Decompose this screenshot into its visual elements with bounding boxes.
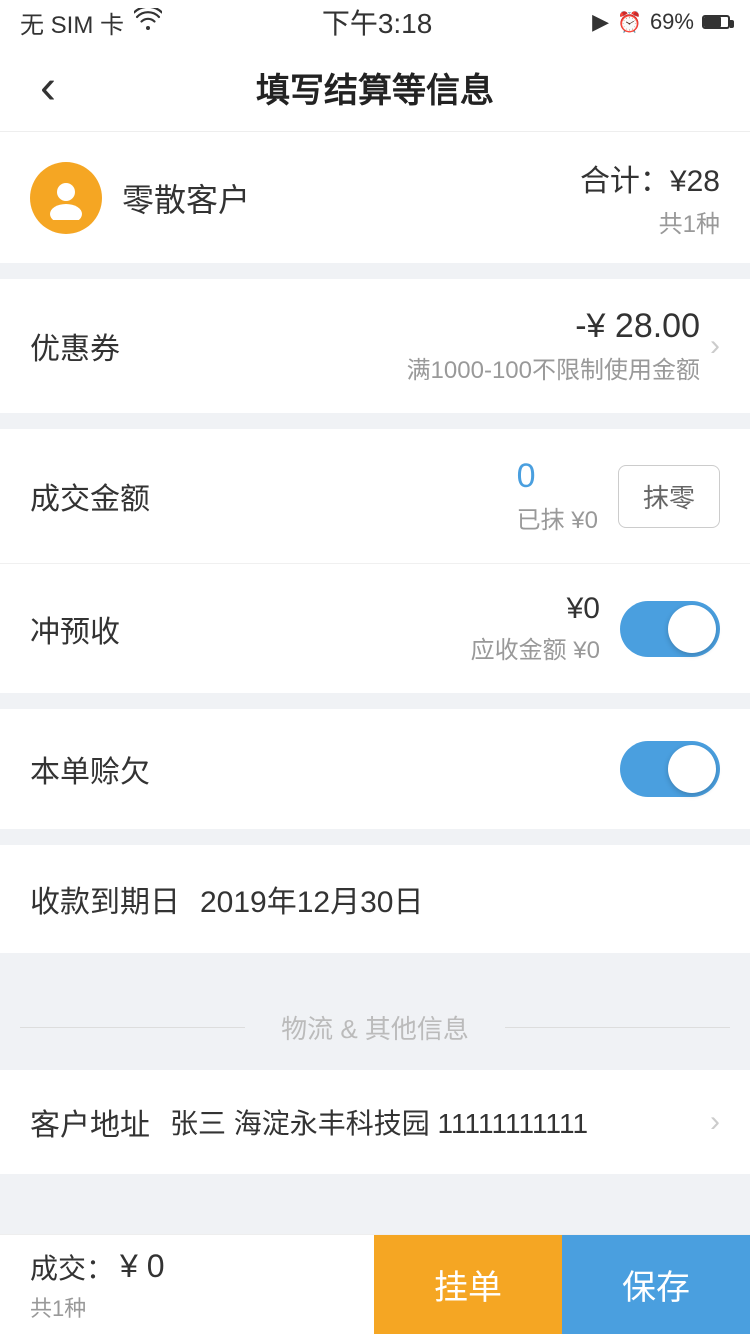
prepay-receivable: 应收金额 ¥0 <box>471 630 600 665</box>
coupon-section[interactable]: 优惠券 -¥ 28.00 满1000-100不限制使用金额 › <box>0 279 750 413</box>
bottom-deal-label: 成交： <box>30 1247 114 1287</box>
bottom-bar: 成交： ¥ 0 共1种 挂单 保存 <box>0 1234 750 1334</box>
wifi-icon <box>134 8 162 36</box>
status-time: 下午3:18 <box>322 2 433 42</box>
coupon-right: -¥ 28.00 满1000-100不限制使用金额 › <box>407 307 720 385</box>
status-left: 无 SIM 卡 <box>20 5 162 40</box>
coupon-chevron-icon: › <box>710 329 720 363</box>
bottom-info: 成交： ¥ 0 共1种 <box>0 1235 374 1334</box>
page-title: 填写结算等信息 <box>256 63 494 112</box>
person-icon <box>44 176 88 220</box>
round-off-button[interactable]: 抹零 <box>618 465 720 528</box>
customer-avatar <box>30 162 102 234</box>
address-label: 客户地址 <box>30 1100 150 1144</box>
debt-section: 本单赊欠 <box>0 709 750 829</box>
debt-label: 本单赊欠 <box>30 747 150 791</box>
logistics-label: 物流 & 其他信息 <box>281 1009 469 1046</box>
prepay-label: 冲预收 <box>30 607 120 651</box>
debt-row: 本单赊欠 <box>0 709 750 829</box>
status-right: ▶ ⏰ 69% <box>592 9 730 35</box>
prepay-amount: ¥0 <box>567 592 600 626</box>
due-date-value: 2019年12月30日 <box>200 877 423 921</box>
logistics-line-left <box>20 1027 245 1028</box>
battery-icon <box>702 15 730 29</box>
customer-name: 零散客户 <box>122 175 250 221</box>
address-section[interactable]: 客户地址 张三 海淀永丰科技园 11111111111 › <box>0 1070 750 1174</box>
deal-right: 0 已抹 ¥0 抹零 <box>517 457 720 535</box>
customer-right: 合计：¥28 共1种 <box>580 156 720 239</box>
battery-text: 69% <box>650 9 694 35</box>
prepay-right: ¥0 应收金额 ¥0 <box>471 592 720 665</box>
bottom-deal-amount: ¥ 0 <box>120 1248 164 1285</box>
status-bar: 无 SIM 卡 下午3:18 ▶ ⏰ 69% <box>0 0 750 44</box>
back-button[interactable]: ‹ <box>30 54 66 122</box>
prepay-row: 冲预收 ¥0 应收金额 ¥0 <box>0 564 750 693</box>
debt-toggle[interactable] <box>620 741 720 797</box>
deal-amount-row: 成交金额 0 已抹 ¥0 抹零 <box>0 429 750 564</box>
customer-total: 合计：¥28 <box>580 156 720 200</box>
location-icon: ▶ <box>592 9 609 35</box>
customer-left: 零散客户 <box>30 162 250 234</box>
customer-count: 共1种 <box>580 204 720 239</box>
coupon-discount: -¥ 28.00 <box>407 307 700 346</box>
customer-section: 零散客户 合计：¥28 共1种 <box>0 132 750 263</box>
coupon-desc: 满1000-100不限制使用金额 <box>407 350 700 385</box>
deal-amount-value: 0 <box>517 457 598 496</box>
address-chevron-icon: › <box>710 1105 720 1139</box>
logistics-line-right <box>505 1027 730 1028</box>
address-value: 张三 海淀永丰科技园 11111111111 <box>170 1102 710 1142</box>
nav-bar: ‹ 填写结算等信息 <box>0 44 750 132</box>
alarm-icon: ⏰ <box>617 10 642 35</box>
no-sim-text: 无 SIM 卡 <box>20 5 124 40</box>
hang-order-button[interactable]: 挂单 <box>374 1235 562 1334</box>
deal-amount-label: 成交金额 <box>30 474 150 518</box>
logistics-section: 物流 & 其他信息 <box>0 985 750 1070</box>
deal-section: 成交金额 0 已抹 ¥0 抹零 冲预收 ¥0 应收金额 ¥0 <box>0 429 750 693</box>
due-date-section: 收款到期日 2019年12月30日 <box>0 845 750 953</box>
address-row[interactable]: 客户地址 张三 海淀永丰科技园 11111111111 › <box>0 1070 750 1174</box>
deal-amount-sub: 已抹 ¥0 <box>517 500 598 535</box>
bottom-deal: 成交： ¥ 0 <box>30 1247 344 1287</box>
prepay-toggle[interactable] <box>620 601 720 657</box>
save-button[interactable]: 保存 <box>562 1235 750 1334</box>
divider <box>0 969 750 985</box>
due-date-label: 收款到期日 <box>30 877 180 921</box>
coupon-label: 优惠券 <box>30 324 120 368</box>
bottom-count: 共1种 <box>30 1291 344 1323</box>
